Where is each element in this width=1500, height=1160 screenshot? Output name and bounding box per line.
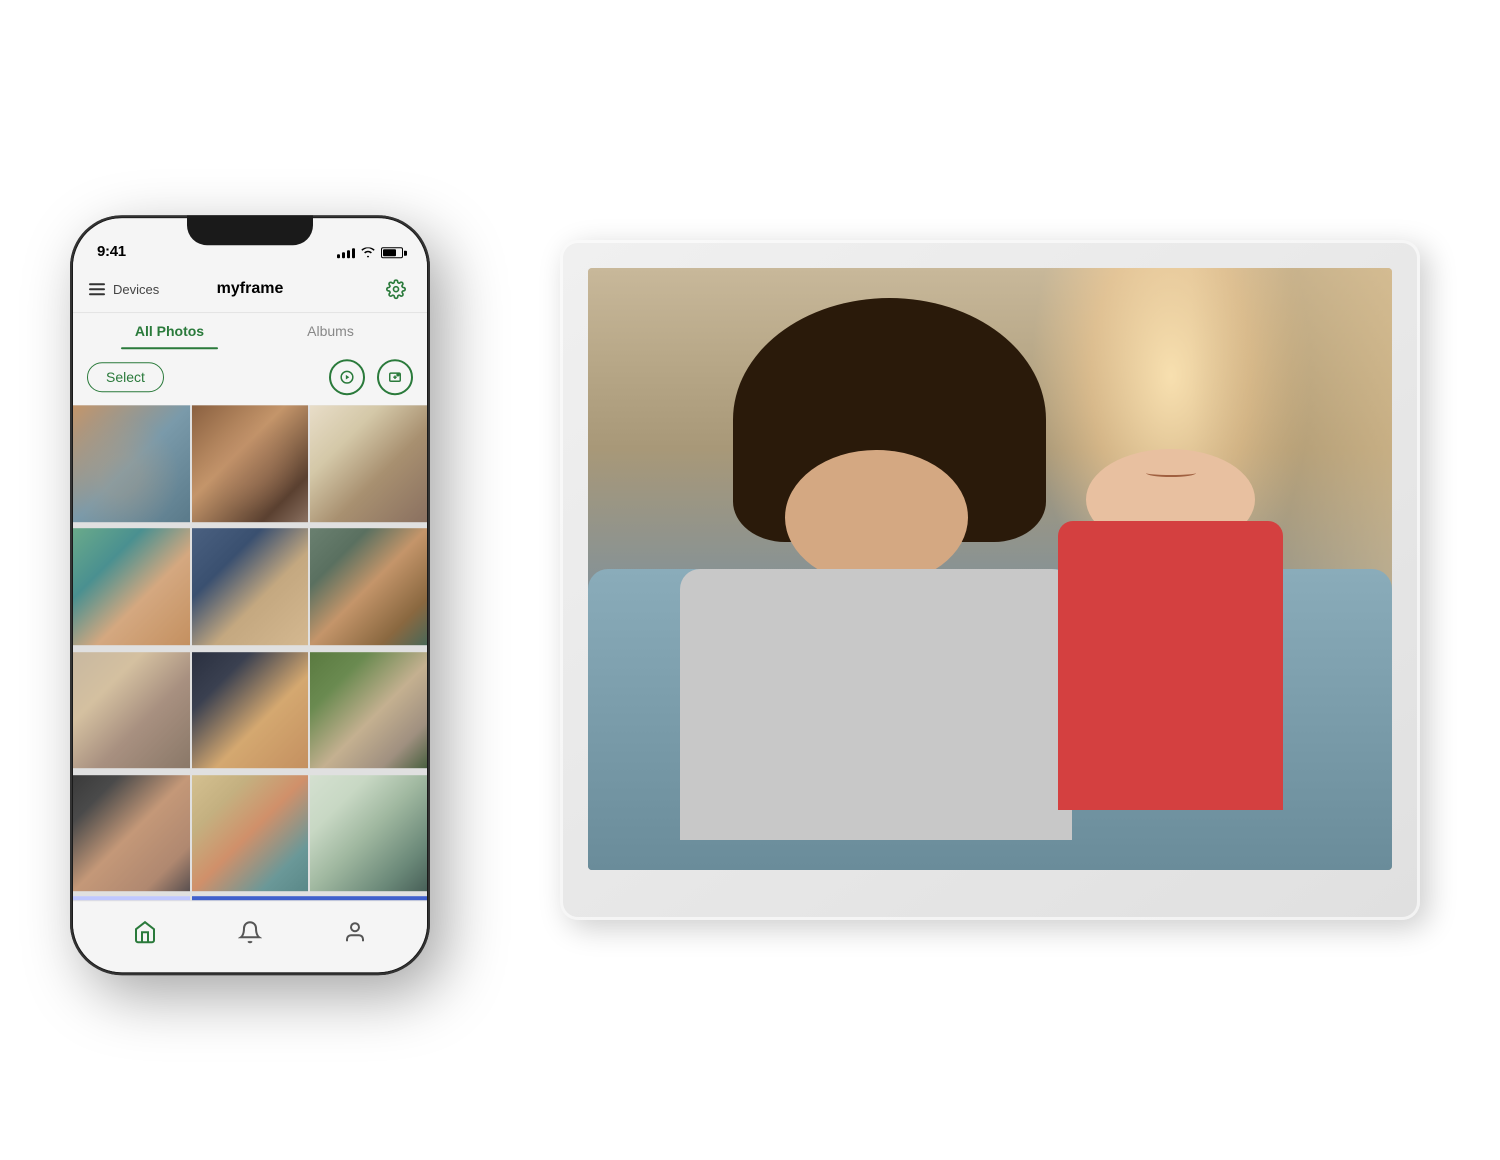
child-smile [1146,469,1197,477]
play-icon [340,370,354,384]
status-time: 9:41 [97,243,126,260]
add-photo-button[interactable] [377,359,413,395]
photo-10[interactable] [73,775,190,892]
woman-face [785,450,968,585]
phone-notch [187,215,313,245]
tab-albums[interactable]: Albums [250,313,411,349]
photo-4[interactable] [73,528,190,645]
photo-2[interactable] [192,405,309,522]
photo-9[interactable] [310,652,427,769]
photo-1[interactable] [73,405,190,522]
scroll-indicator [73,896,427,900]
tab-all-photos[interactable]: All Photos [89,313,250,349]
frame-display [588,268,1392,870]
status-icons [337,245,403,260]
photo-grid [73,405,427,896]
settings-button[interactable] [381,274,411,304]
tab-bar: All Photos Albums [73,313,427,349]
photo-3[interactable] [310,405,427,522]
signal-icon [337,248,355,258]
photo-6[interactable] [310,528,427,645]
digital-photo-frame [560,240,1420,920]
frame-photo [588,268,1392,870]
profile-icon [343,920,367,944]
child-body [1058,521,1283,810]
slideshow-button[interactable] [329,359,365,395]
phone-screen: 9:41 [73,218,427,972]
bell-icon [238,920,262,944]
nav-home-button[interactable] [123,910,167,954]
photo-8[interactable] [192,652,309,769]
menu-icon[interactable] [89,283,105,295]
photo-11[interactable] [192,775,309,892]
photo-5[interactable] [192,528,309,645]
action-row: Select [73,349,427,405]
header-left: Devices [89,282,159,297]
nav-profile-button[interactable] [333,910,377,954]
gear-icon [386,279,406,299]
frame-child [1030,449,1311,810]
app-header: Devices myframe [73,266,427,313]
devices-link[interactable]: Devices [113,282,159,297]
photo-12[interactable] [310,775,427,892]
frame-name-label: myframe [217,280,284,298]
add-photo-icon [388,370,402,384]
home-icon [133,920,157,944]
photo-7[interactable] [73,652,190,769]
select-button[interactable]: Select [87,362,164,392]
scene: 9:41 [50,40,1450,1120]
woman-body [680,569,1072,840]
nav-notifications-button[interactable] [228,910,272,954]
phone-device: 9:41 [70,215,430,975]
battery-icon [381,247,403,258]
bottom-nav [73,900,427,972]
wifi-icon [361,245,375,260]
